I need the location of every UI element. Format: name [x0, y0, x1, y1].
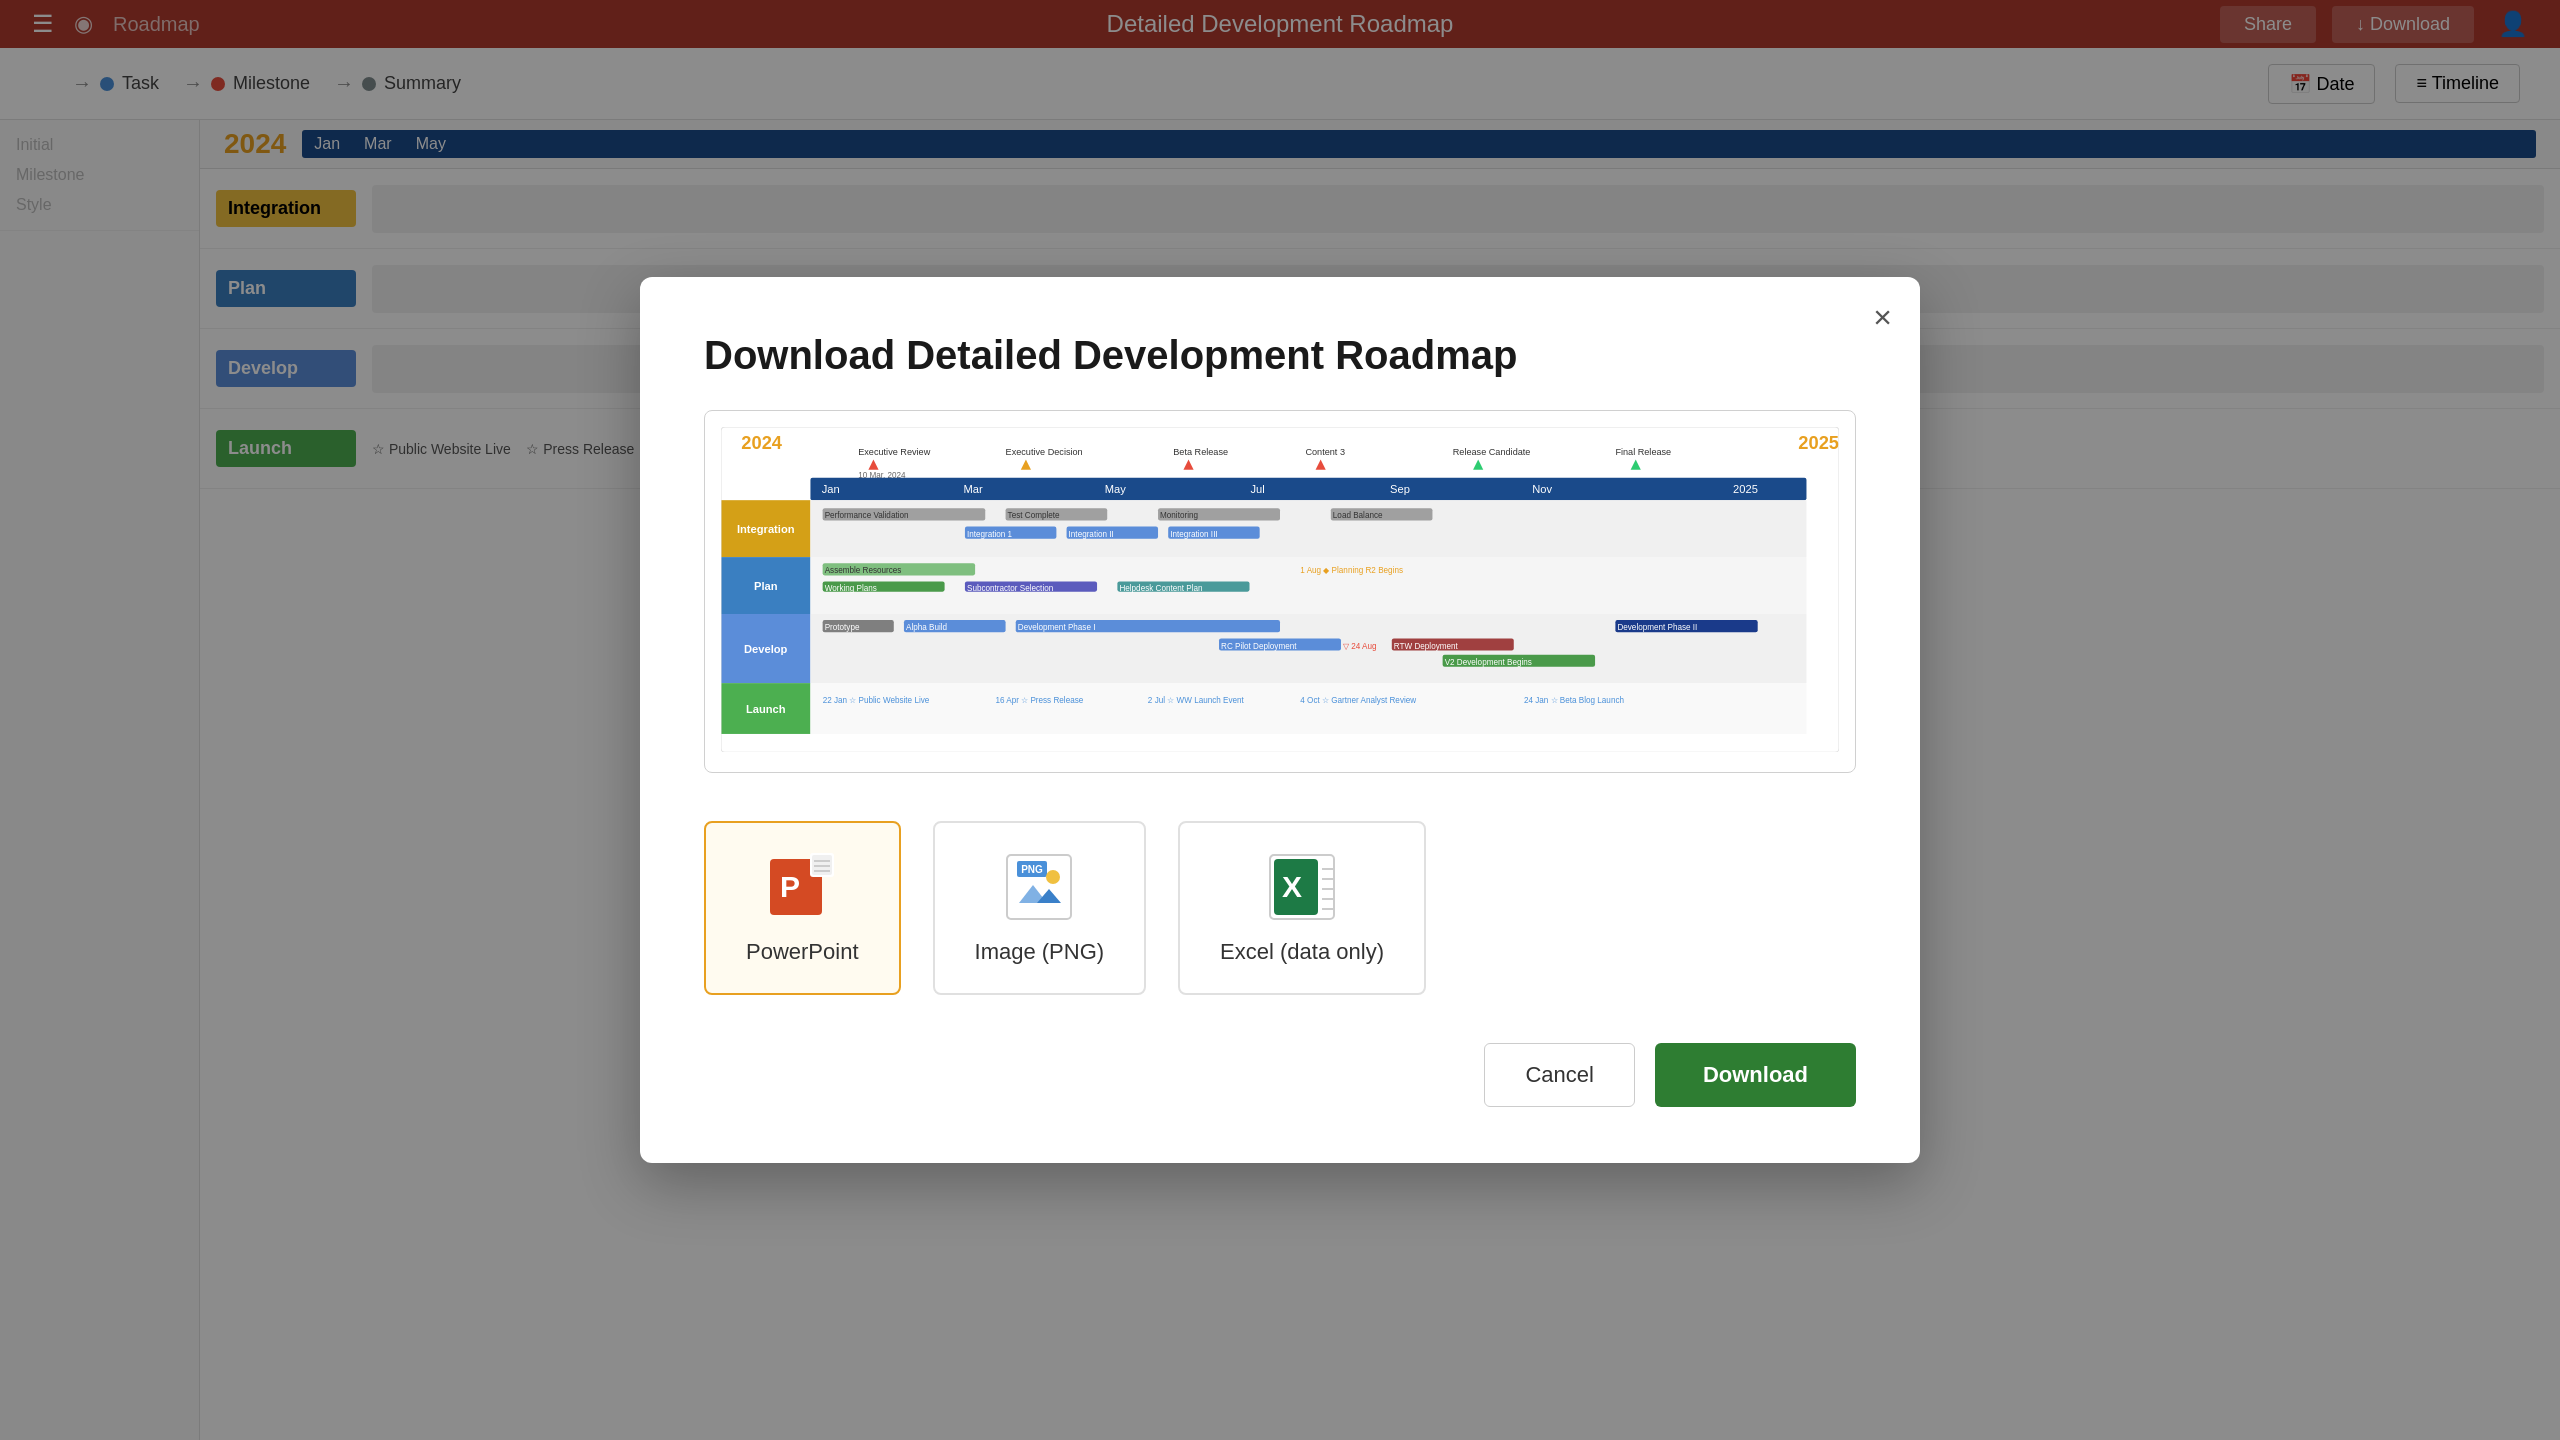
svg-text:PNG: PNG: [1021, 864, 1043, 875]
svg-text:Jan: Jan: [822, 483, 840, 495]
svg-text:Beta Release: Beta Release: [1173, 447, 1228, 457]
png-svg-icon: PNG: [1003, 851, 1075, 923]
svg-text:Subcontractor Selection: Subcontractor Selection: [967, 584, 1053, 593]
format-label-png: Image (PNG): [975, 939, 1105, 965]
svg-text:16 Apr ☆ Press Release: 16 Apr ☆ Press Release: [995, 696, 1083, 705]
svg-text:RC Pilot Deployment: RC Pilot Deployment: [1221, 641, 1297, 650]
svg-marker-13: [1631, 459, 1641, 469]
svg-text:Integration: Integration: [737, 523, 795, 535]
svg-text:Plan: Plan: [754, 579, 778, 591]
svg-point-91: [1046, 870, 1060, 884]
svg-text:Assemble Resources: Assemble Resources: [825, 566, 902, 575]
svg-text:Working Plans: Working Plans: [825, 584, 877, 593]
excel-svg-icon: X: [1266, 851, 1338, 923]
svg-text:Alpha Build: Alpha Build: [906, 623, 947, 632]
svg-text:Nov: Nov: [1532, 483, 1552, 495]
svg-text:Development Phase II: Development Phase II: [1617, 623, 1697, 632]
modal-close-button[interactable]: ×: [1873, 301, 1892, 333]
svg-marker-9: [1316, 459, 1326, 469]
format-options: P PowerPoint: [704, 821, 1856, 995]
svg-marker-11: [1473, 459, 1483, 469]
download-modal: × Download Detailed Development Roadmap …: [640, 277, 1920, 1163]
modal-title: Download Detailed Development Roadmap: [704, 333, 1856, 378]
svg-text:2 Jul ☆ WW Launch Event: 2 Jul ☆ WW Launch Event: [1148, 696, 1245, 705]
svg-text:22 Jan ☆ Public Website Live: 22 Jan ☆ Public Website Live: [823, 696, 930, 705]
svg-text:Load Balance: Load Balance: [1333, 511, 1383, 520]
svg-text:Performance Validation: Performance Validation: [825, 511, 909, 520]
cancel-button[interactable]: Cancel: [1484, 1043, 1634, 1107]
modal-footer: Cancel Download: [704, 1043, 1856, 1107]
svg-marker-7: [1183, 459, 1193, 469]
svg-text:Integration III: Integration III: [1170, 530, 1217, 539]
svg-marker-5: [1021, 459, 1031, 469]
format-label-powerpoint: PowerPoint: [746, 939, 859, 965]
preview-container: 2024 2025 Executive Review 10 Mar, 2024 …: [704, 410, 1856, 773]
svg-text:2025: 2025: [1733, 483, 1758, 495]
svg-text:1 Aug ◆ Planning R2 Begins: 1 Aug ◆ Planning R2 Begins: [1300, 566, 1403, 575]
excel-icon: X: [1266, 851, 1338, 923]
svg-text:Integration II: Integration II: [1069, 530, 1114, 539]
format-option-powerpoint[interactable]: P PowerPoint: [704, 821, 901, 995]
powerpoint-icon: P: [766, 851, 838, 923]
svg-rect-72: [810, 683, 1806, 734]
format-option-excel[interactable]: X Excel (data only): [1178, 821, 1426, 995]
svg-marker-2: [868, 459, 878, 469]
svg-text:Develop: Develop: [744, 643, 788, 655]
svg-text:Executive Decision: Executive Decision: [1006, 447, 1083, 457]
svg-text:Mar: Mar: [963, 483, 982, 495]
svg-text:Prototype: Prototype: [825, 623, 860, 632]
svg-rect-15: [810, 478, 1806, 500]
svg-text:24 Jan ☆ Beta Blog Launch: 24 Jan ☆ Beta Blog Launch: [1524, 696, 1624, 705]
svg-text:Launch: Launch: [746, 702, 786, 714]
svg-text:2025: 2025: [1798, 432, 1839, 453]
svg-text:Jul: Jul: [1251, 483, 1265, 495]
svg-text:4 Oct ☆ Gartner Analyst Review: 4 Oct ☆ Gartner Analyst Review: [1300, 696, 1416, 705]
svg-text:Release Candidate: Release Candidate: [1453, 447, 1531, 457]
svg-text:Helpdesk Content Plan: Helpdesk Content Plan: [1119, 584, 1202, 593]
svg-text:Final Release: Final Release: [1615, 447, 1671, 457]
svg-text:P: P: [780, 870, 800, 903]
svg-text:Test Complete: Test Complete: [1008, 511, 1060, 520]
download-button[interactable]: Download: [1655, 1043, 1856, 1107]
svg-text:Integration 1: Integration 1: [967, 530, 1013, 539]
ppt-svg-icon: P: [766, 851, 838, 923]
svg-text:X: X: [1282, 870, 1302, 903]
svg-text:May: May: [1105, 483, 1126, 495]
svg-text:RTW Deployment: RTW Deployment: [1394, 641, 1459, 650]
svg-text:▽ 24 Aug: ▽ 24 Aug: [1343, 641, 1377, 650]
format-option-png[interactable]: PNG Image (PNG): [933, 821, 1147, 995]
svg-text:Content 3: Content 3: [1305, 447, 1345, 457]
svg-text:Sep: Sep: [1390, 483, 1410, 495]
preview-gantt-svg: 2024 2025 Executive Review 10 Mar, 2024 …: [721, 427, 1839, 752]
svg-text:Monitoring: Monitoring: [1160, 511, 1198, 520]
svg-text:2024: 2024: [741, 432, 783, 453]
svg-text:Development Phase I: Development Phase I: [1018, 623, 1096, 632]
modal-overlay: × Download Detailed Development Roadmap …: [0, 0, 2560, 1440]
svg-text:Executive Review: Executive Review: [858, 447, 930, 457]
format-label-excel: Excel (data only): [1220, 939, 1384, 965]
svg-text:V2 Development Begins: V2 Development Begins: [1445, 658, 1532, 667]
png-icon: PNG: [1003, 851, 1075, 923]
